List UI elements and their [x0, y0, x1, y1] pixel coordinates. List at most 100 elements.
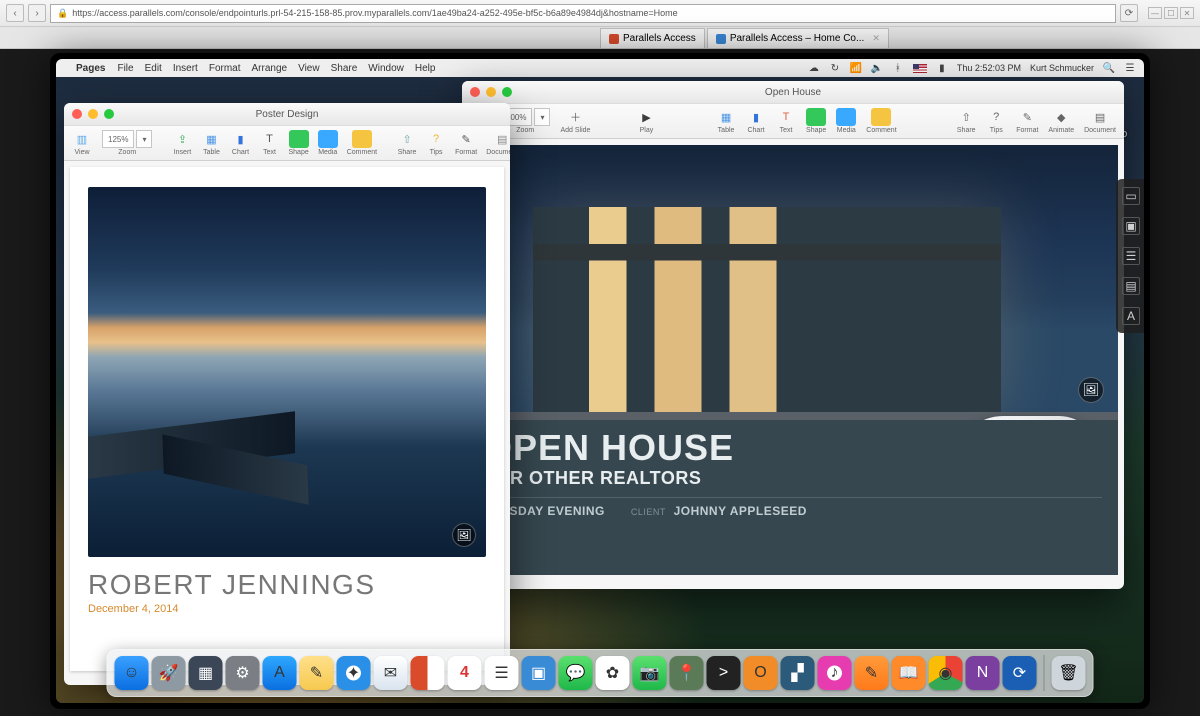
dock-maps[interactable]: 📍 [670, 656, 704, 690]
bluetooth-icon[interactable]: ᚼ [892, 62, 904, 74]
dock-chrome[interactable]: ◉ [929, 656, 963, 690]
dock-safari[interactable]: ✦ [337, 656, 371, 690]
image-placeholder-icon[interactable]: 🖼 [452, 523, 476, 547]
keynote-window[interactable]: Open House ▥View 100%▾ Zoom ＋Add Slide ▶… [462, 81, 1124, 589]
close-traffic-light[interactable] [470, 87, 480, 97]
keynote-share-button[interactable]: ⇧Share [956, 108, 976, 134]
image-placeholder-icon[interactable]: 🖼 [1078, 377, 1104, 403]
dock-onenote[interactable]: N [966, 656, 1000, 690]
pages-insert-button[interactable]: ⇪Insert [172, 130, 192, 156]
mac-desktop[interactable]: Pages File Edit Insert Format Arrange View Sha… [56, 59, 1144, 703]
pages-chart-button[interactable]: ▮Chart [230, 130, 250, 156]
side-tool-1[interactable]: ▣ [1122, 217, 1140, 235]
document-photo[interactable]: 🖼 [88, 187, 486, 557]
dock-facetime[interactable]: 📷 [633, 656, 667, 690]
menu-file[interactable]: File [117, 63, 133, 74]
pages-table-button[interactable]: ▦Table [201, 130, 221, 156]
dock-parallels[interactable] [411, 656, 445, 690]
input-source-flag-icon[interactable] [913, 64, 927, 73]
keynote-table-button[interactable]: ▦Table [716, 108, 736, 134]
menubar-clock[interactable]: Thu 2:52:03 PM [957, 63, 1021, 73]
zoom-traffic-light[interactable] [502, 87, 512, 97]
pages-share-button[interactable]: ⇧Share [397, 130, 417, 156]
keynote-text-button[interactable]: TText [776, 108, 796, 134]
wifi-icon[interactable]: 📶 [850, 62, 862, 74]
app-menu[interactable]: Pages [76, 63, 105, 74]
dock-system-preferences[interactable]: ⚙ [226, 656, 260, 690]
dock-calendar[interactable]: 4 [448, 656, 482, 690]
menu-share[interactable]: Share [331, 63, 358, 74]
icloud-icon[interactable]: ☁ [808, 62, 820, 74]
pages-document[interactable]: 🖼 ROBERT JENNINGS December 4, 2014 [70, 167, 504, 671]
menubar-user[interactable]: Kurt Schmucker [1030, 63, 1094, 73]
dock-terminal[interactable]: > [707, 656, 741, 690]
slide-subtitle[interactable]: FOR OTHER REALTORS [484, 468, 1102, 489]
dock-notes[interactable]: ✎ [300, 656, 334, 690]
keynote-shape-button[interactable]: Shape [806, 108, 826, 134]
document-heading[interactable]: ROBERT JENNINGS [88, 569, 486, 601]
maximize-button[interactable]: ☐ [1164, 7, 1178, 19]
zoom-control[interactable]: 125%▾ Zoom [102, 130, 152, 156]
dock-trash[interactable]: 🗑 [1052, 656, 1086, 690]
notification-center-icon[interactable]: ☰ [1124, 62, 1136, 74]
browser-tab-1[interactable]: Parallels Access [600, 28, 705, 48]
keynote-titlebar[interactable]: Open House [462, 81, 1124, 103]
close-button[interactable]: ✕ [1180, 7, 1194, 19]
minimize-traffic-light[interactable] [88, 109, 98, 119]
pages-shape-button[interactable]: Shape [288, 130, 308, 156]
dock-pages[interactable]: ✎ [855, 656, 889, 690]
zoom-traffic-light[interactable] [104, 109, 114, 119]
menu-window[interactable]: Window [368, 63, 404, 74]
minimize-button[interactable]: — [1148, 7, 1162, 19]
pages-titlebar[interactable]: Poster Design [64, 103, 510, 125]
dock-mail[interactable]: ✉ [374, 656, 408, 690]
dock-app-store[interactable]: A [263, 656, 297, 690]
side-tool-0[interactable]: ▭ [1122, 187, 1140, 205]
keynote-animate-button[interactable]: ◆Animate [1048, 108, 1074, 134]
document-date[interactable]: December 4, 2014 [88, 603, 486, 615]
play-button[interactable]: ▶Play [636, 108, 656, 134]
close-traffic-light[interactable] [72, 109, 82, 119]
dock-messages[interactable]: 💬 [559, 656, 593, 690]
battery-icon[interactable]: ▮ [936, 62, 948, 74]
slide-client[interactable]: JOHNNY APPLESEED [674, 504, 807, 518]
menu-view[interactable]: View [298, 63, 320, 74]
dock-outlook[interactable]: O [744, 656, 778, 690]
side-tool-3[interactable]: ▤ [1122, 277, 1140, 295]
keynote-media-button[interactable]: Media [836, 108, 856, 134]
tab-close-icon[interactable]: ✕ [872, 33, 880, 44]
keynote-document-button[interactable]: ▤Document [1084, 108, 1116, 134]
add-slide-button[interactable]: ＋Add Slide [560, 108, 590, 134]
menu-arrange[interactable]: Arrange [252, 63, 288, 74]
keynote-format-button[interactable]: ✎Format [1016, 108, 1038, 134]
dock-itunes[interactable]: ♪ [818, 656, 852, 690]
pages-text-button[interactable]: TText [259, 130, 279, 156]
slide-title[interactable]: OPEN HOUSE [484, 430, 1102, 466]
side-tool-2[interactable]: ☰ [1122, 247, 1140, 265]
pages-comment-button[interactable]: Comment [347, 130, 377, 156]
dock-ibooks[interactable]: 📖 [892, 656, 926, 690]
pages-media-button[interactable]: Media [318, 130, 338, 156]
volume-icon[interactable]: 🔈 [871, 62, 883, 74]
view-button[interactable]: ▥View [72, 130, 92, 156]
menu-insert[interactable]: Insert [173, 63, 198, 74]
keynote-comment-button[interactable]: Comment [866, 108, 896, 134]
forward-button[interactable]: › [28, 4, 46, 22]
pages-tips-button[interactable]: ?Tips [426, 130, 446, 156]
menu-edit[interactable]: Edit [145, 63, 162, 74]
dock-teamviewer[interactable]: ⟳ [1003, 656, 1037, 690]
keynote-slide-canvas[interactable]: 🖼 OPEN HOUSE FOR OTHER REALTORS TUESDAY … [468, 145, 1118, 575]
browser-tab-2[interactable]: Parallels Access – Home Co... ✕ [707, 28, 889, 48]
spotlight-icon[interactable]: 🔍 [1103, 62, 1115, 74]
dock-preview[interactable]: ▣ [522, 656, 556, 690]
timemachine-icon[interactable]: ↻ [829, 62, 841, 74]
side-tool-4[interactable]: A [1122, 307, 1140, 325]
pages-document-button[interactable]: ▤Document [486, 130, 510, 156]
slide-text-band[interactable]: OPEN HOUSE FOR OTHER REALTORS TUESDAY EV… [468, 420, 1118, 575]
dock-reminders[interactable]: ☰ [485, 656, 519, 690]
menu-format[interactable]: Format [209, 63, 241, 74]
dock-pixelmator[interactable]: ▞ [781, 656, 815, 690]
keynote-tips-button[interactable]: ?Tips [986, 108, 1006, 134]
dock-launchpad[interactable]: 🚀 [152, 656, 186, 690]
address-bar[interactable]: 🔒 https://access.parallels.com/console/e… [50, 4, 1116, 23]
